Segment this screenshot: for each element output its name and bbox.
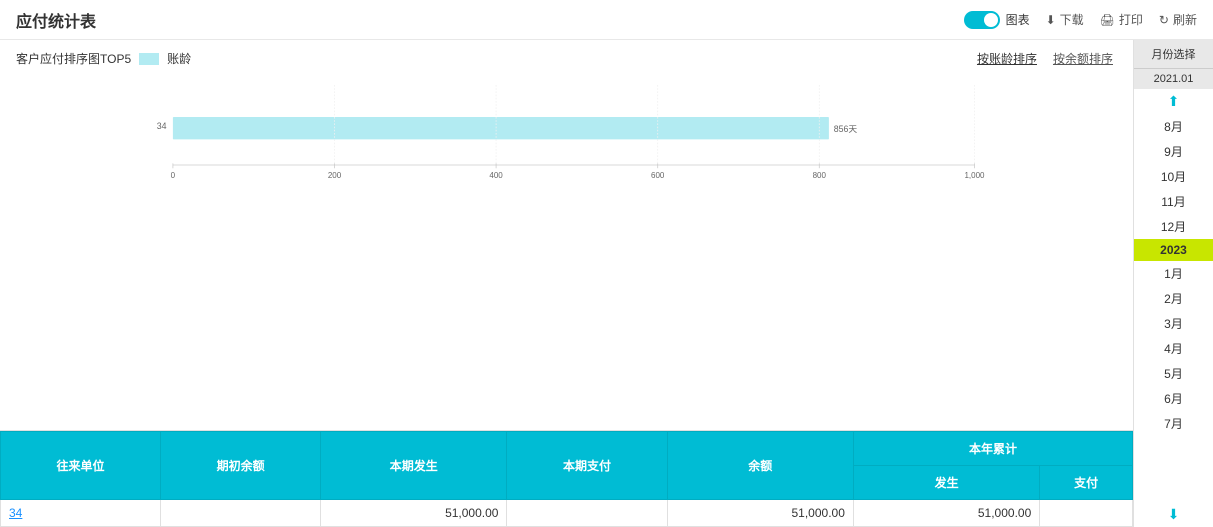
svg-text:200: 200 bbox=[328, 171, 342, 180]
th-unit: 往来单位 bbox=[1, 432, 161, 500]
chart-header: 客户应付排序图TOP5 账龄 按账龄排序 按余额排序 bbox=[0, 40, 1133, 77]
sidebar-current-date: 2021.01 bbox=[1134, 69, 1213, 89]
legend-box bbox=[139, 53, 159, 65]
sidebar-month-7[interactable]: 7月 bbox=[1134, 411, 1213, 436]
sidebar-month-list: 8月 9月 10月 11月 12月 2023 1月 2月 3月 4月 5月 6月… bbox=[1134, 114, 1213, 502]
cell-balance: 51,000.00 bbox=[667, 500, 853, 527]
download-button[interactable]: ⬇ 下载 bbox=[1046, 11, 1084, 28]
legend-box-label: 账龄 bbox=[167, 50, 191, 67]
sidebar-year-2023-marker: 2023 bbox=[1134, 239, 1213, 261]
th-current-occur: 本期发生 bbox=[321, 432, 507, 500]
sidebar-month-12[interactable]: 12月 bbox=[1134, 214, 1213, 239]
svg-text:1,000: 1,000 bbox=[964, 171, 985, 180]
cell-ytd-occur: 51,000.00 bbox=[853, 500, 1039, 527]
refresh-label: 刷新 bbox=[1173, 11, 1197, 28]
sidebar-up-button[interactable]: ⬆ bbox=[1134, 89, 1213, 114]
th-ytd-occur: 发生 bbox=[853, 466, 1039, 500]
sidebar-month-11[interactable]: 11月 bbox=[1134, 189, 1213, 214]
legend-label: 客户应付排序图TOP5 bbox=[16, 50, 131, 67]
sidebar-month-10[interactable]: 10月 bbox=[1134, 164, 1213, 189]
chart-sort-buttons: 按账龄排序 按余额排序 bbox=[973, 48, 1117, 69]
chart-wrapper: 34 856天 0 200 bbox=[0, 77, 1133, 430]
svg-text:600: 600 bbox=[651, 171, 665, 180]
cell-ytd-pay bbox=[1040, 500, 1133, 527]
th-ytd-pay: 支付 bbox=[1040, 466, 1133, 500]
chart-svg: 34 856天 0 200 bbox=[16, 77, 1117, 197]
svg-text:34: 34 bbox=[157, 121, 167, 131]
page-title: 应付统计表 bbox=[16, 8, 96, 32]
sidebar-month-6[interactable]: 6月 bbox=[1134, 386, 1213, 411]
sidebar-month-3[interactable]: 3月 bbox=[1134, 311, 1213, 336]
cell-current-pay bbox=[507, 500, 667, 527]
download-icon: ⬇ bbox=[1046, 13, 1056, 27]
refresh-icon: ↻ bbox=[1159, 13, 1169, 27]
print-button[interactable]: 🖨 打印 bbox=[1100, 11, 1143, 28]
sort-by-amount-button[interactable]: 按余额排序 bbox=[1049, 48, 1117, 69]
svg-text:800: 800 bbox=[813, 171, 827, 180]
page-container: 应付统计表 图表 ⬇ 下载 🖨 打印 ↻ 刷新 bbox=[0, 0, 1213, 527]
sidebar-header: 月份选择 bbox=[1134, 40, 1213, 69]
header-actions: 图表 ⬇ 下载 🖨 打印 ↻ 刷新 bbox=[964, 11, 1197, 29]
main-content: 客户应付排序图TOP5 账龄 按账龄排序 按余额排序 34 bbox=[0, 40, 1213, 527]
table-row: 34 51,000.00 51,000.00 51,000.00 bbox=[1, 500, 1133, 527]
sidebar-month-5[interactable]: 5月 bbox=[1134, 361, 1213, 386]
print-label: 打印 bbox=[1119, 11, 1143, 28]
sidebar-month-9[interactable]: 9月 bbox=[1134, 139, 1213, 164]
data-table-area: 往来单位 期初余额 本期发生 本期支付 余额 本年累计 发生 支付 bbox=[0, 430, 1133, 527]
chart-toggle[interactable] bbox=[964, 11, 1000, 29]
th-opening: 期初余额 bbox=[161, 432, 321, 500]
cell-unit[interactable]: 34 bbox=[1, 500, 161, 527]
sidebar-month-1[interactable]: 1月 bbox=[1134, 261, 1213, 286]
sidebar-month-2[interactable]: 2月 bbox=[1134, 286, 1213, 311]
chart-toggle-wrapper: 图表 bbox=[964, 11, 1030, 29]
sort-by-balance-button[interactable]: 按账龄排序 bbox=[973, 48, 1041, 69]
download-label: 下载 bbox=[1060, 11, 1084, 28]
refresh-button[interactable]: ↻ 刷新 bbox=[1159, 11, 1197, 28]
data-table: 往来单位 期初余额 本期发生 本期支付 余额 本年累计 发生 支付 bbox=[0, 431, 1133, 527]
page-header: 应付统计表 图表 ⬇ 下载 🖨 打印 ↻ 刷新 bbox=[0, 0, 1213, 40]
th-current-pay: 本期支付 bbox=[507, 432, 667, 500]
th-ytd-group: 本年累计 bbox=[853, 432, 1132, 466]
svg-text:400: 400 bbox=[489, 171, 503, 180]
sidebar-down-button[interactable]: ⬇ bbox=[1134, 502, 1213, 527]
chart-toggle-label: 图表 bbox=[1006, 11, 1030, 28]
right-sidebar: 月份选择 2021.01 ⬆ 8月 9月 10月 11月 12月 2023 1月… bbox=[1133, 40, 1213, 527]
svg-text:856天: 856天 bbox=[834, 124, 858, 134]
cell-opening bbox=[161, 500, 321, 527]
chart-area: 客户应付排序图TOP5 账龄 按账龄排序 按余额排序 34 bbox=[0, 40, 1133, 527]
th-balance: 余额 bbox=[667, 432, 853, 500]
chart-legend: 客户应付排序图TOP5 账龄 bbox=[16, 50, 191, 67]
sidebar-month-4[interactable]: 4月 bbox=[1134, 336, 1213, 361]
sidebar-month-8[interactable]: 8月 bbox=[1134, 114, 1213, 139]
cell-current-occur: 51,000.00 bbox=[321, 500, 507, 527]
print-icon: 🖨 bbox=[1100, 13, 1115, 27]
svg-text:0: 0 bbox=[171, 171, 176, 180]
